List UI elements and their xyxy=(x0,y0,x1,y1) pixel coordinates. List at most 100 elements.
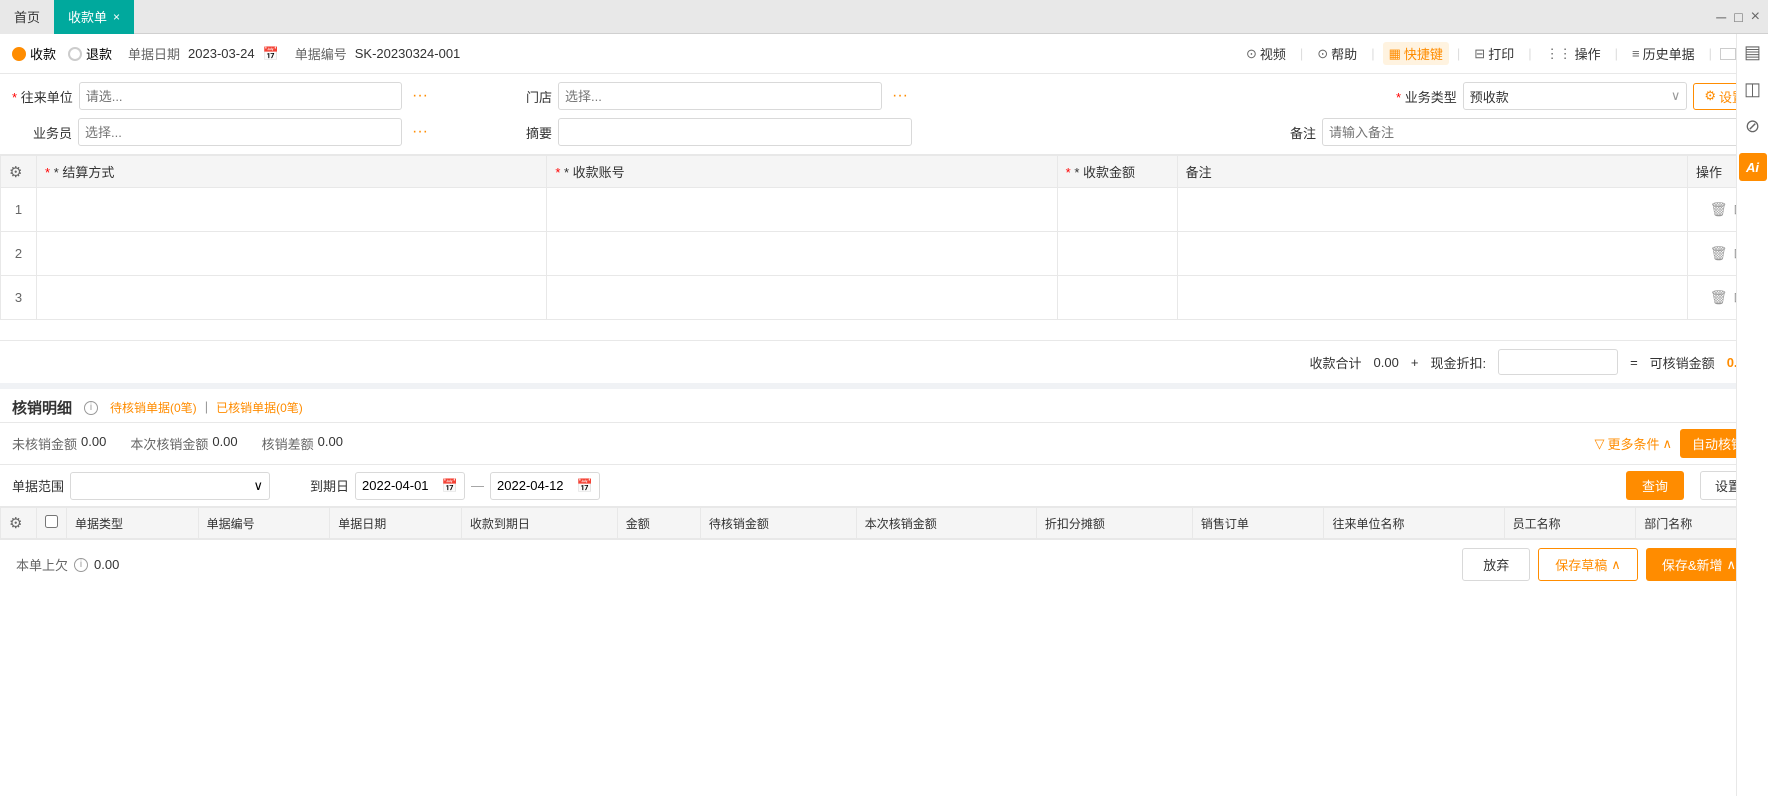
summary-total-value: 0.00 xyxy=(1374,355,1399,370)
tab-done[interactable]: 已核销单据(0笔) xyxy=(216,399,303,416)
row-remark-3[interactable] xyxy=(1177,276,1687,320)
history-icon: ≡ xyxy=(1632,46,1640,61)
biz-type-field: * 业务类型 预收款 ∨ ⚙ 设置 xyxy=(1396,82,1756,110)
footer: 本单上欠 i 0.00 放弃 保存草稿 ∧ 保存&新增 ∧ xyxy=(0,539,1768,589)
sidebar-icon-layout[interactable]: ◫ xyxy=(1744,79,1761,100)
verify-info-icon[interactable]: i xyxy=(84,401,98,415)
row-account-3[interactable] xyxy=(547,276,1057,320)
btn-shortcut[interactable]: ▦ 快捷键 xyxy=(1383,42,1449,65)
row-amount-2[interactable] xyxy=(1057,232,1177,276)
date-from-input[interactable]: 2022-04-01 📅 xyxy=(355,472,465,500)
divider1: | xyxy=(1300,46,1303,61)
bill-date-label: 单据日期 xyxy=(128,44,180,63)
bottom-gear-icon[interactable]: ⚙ xyxy=(9,515,22,532)
amount-input-3[interactable] xyxy=(1058,276,1177,319)
amount-input-1[interactable] xyxy=(1058,188,1177,231)
footer-info-icon[interactable]: i xyxy=(74,558,88,572)
account-input-1[interactable] xyxy=(547,188,1056,231)
amount-input-2[interactable] xyxy=(1058,232,1177,275)
row-amount-1[interactable] xyxy=(1057,188,1177,232)
store-input[interactable] xyxy=(558,82,882,110)
payment-input-3[interactable] xyxy=(37,276,546,319)
delete-icon-3[interactable]: 🗑 xyxy=(1710,289,1728,306)
bill-date-info: 单据日期 2023-03-24 📅 xyxy=(128,44,279,63)
row-account-2[interactable] xyxy=(547,232,1057,276)
stat-diff: 核销差额 0.00 xyxy=(262,434,343,453)
due-date-label: 到期日 xyxy=(310,476,349,495)
counterpart-more-btn[interactable]: ··· xyxy=(408,87,432,105)
summary-total-label: 收款合计 xyxy=(1310,353,1362,372)
remark-input-2[interactable] xyxy=(1178,232,1687,275)
btn-operation[interactable]: ⋮⋮ 操作 xyxy=(1540,42,1607,65)
tab-home[interactable]: 首页 xyxy=(0,0,54,34)
summary-input[interactable] xyxy=(558,118,912,146)
tab-home-label: 首页 xyxy=(14,7,40,26)
tab-receipt-close[interactable]: × xyxy=(113,10,120,24)
summary-plus: + xyxy=(1411,355,1419,370)
delete-icon-2[interactable]: 🗑 xyxy=(1710,245,1728,262)
th-amount-label: * 收款金额 xyxy=(1074,165,1135,180)
more-conditions-btn[interactable]: ▽ 更多条件 ∧ xyxy=(1594,434,1672,453)
date-to-input[interactable]: 2022-04-12 📅 xyxy=(490,472,600,500)
discount-input[interactable] xyxy=(1498,349,1618,375)
remark-input[interactable] xyxy=(1322,118,1756,146)
table-row: 2 🗑 ⊞ xyxy=(1,232,1768,276)
counterpart-label: * 往来单位 xyxy=(12,87,73,106)
payment-input-1[interactable] xyxy=(37,188,546,231)
btn-history[interactable]: ≡ 历史单据 xyxy=(1626,42,1701,65)
table-gear-icon[interactable]: ⚙ xyxy=(9,164,22,181)
row-amount-3[interactable] xyxy=(1057,276,1177,320)
save-draft-label: 保存草稿 xyxy=(1555,555,1607,574)
biz-type-select[interactable]: 预收款 ∨ xyxy=(1463,82,1688,110)
window-minimize[interactable]: ─ xyxy=(1716,9,1726,25)
bottom-table-section: ⚙ 单据类型 单据编号 单据日期 收款到期日 金额 待核销金额 本次核销金额 折… xyxy=(0,507,1768,539)
row-payment-2[interactable] xyxy=(37,232,547,276)
remark-input-1[interactable] xyxy=(1178,188,1687,231)
abandon-btn[interactable]: 放弃 xyxy=(1462,548,1530,581)
bth-sales-order: 销售订单 xyxy=(1192,508,1324,539)
query-btn[interactable]: 查询 xyxy=(1626,471,1684,500)
bth-pending: 待核销金额 xyxy=(700,508,856,539)
radio-receipt[interactable]: 收款 xyxy=(12,44,56,63)
window-close[interactable]: × xyxy=(1751,8,1760,26)
sidebar-icon-link[interactable]: ⊘ xyxy=(1745,116,1760,137)
row-num-3: 3 xyxy=(1,276,37,320)
store-more-btn[interactable]: ··· xyxy=(888,87,912,105)
row-remark-2[interactable] xyxy=(1177,232,1687,276)
row-payment-1[interactable] xyxy=(37,188,547,232)
window-maximize[interactable]: □ xyxy=(1734,9,1742,25)
staff-input[interactable] xyxy=(78,118,402,146)
bill-date-value: 2023-03-24 xyxy=(188,46,255,61)
row-payment-3[interactable] xyxy=(37,276,547,320)
select-all-checkbox[interactable] xyxy=(45,515,58,528)
sidebar-icon-table[interactable]: ▤ xyxy=(1744,42,1761,63)
btn-help[interactable]: ⊙ 帮助 xyxy=(1311,42,1363,65)
footer-actions: 放弃 保存草稿 ∧ 保存&新增 ∧ xyxy=(1462,548,1752,581)
summary-row: 收款合计 0.00 + 现金折扣: = 可核销金额 0.00 xyxy=(0,340,1768,383)
btn-video[interactable]: ⊙ 视频 xyxy=(1240,42,1292,65)
save-draft-btn[interactable]: 保存草稿 ∧ xyxy=(1538,548,1638,581)
stat-unverified-label: 未核销金额 xyxy=(12,434,77,453)
more-conditions-label: 更多条件 xyxy=(1607,434,1659,453)
payment-input-2[interactable] xyxy=(37,232,546,275)
staff-more-btn[interactable]: ··· xyxy=(408,123,432,141)
summary-discount-label: 现金折扣: xyxy=(1430,353,1486,372)
radio-refund[interactable]: 退款 xyxy=(68,44,112,63)
sidebar-icon-ai[interactable]: Ai xyxy=(1739,153,1767,181)
divider2: | xyxy=(1371,46,1374,61)
account-input-2[interactable] xyxy=(547,232,1056,275)
btn-print[interactable]: ⊟ 打印 xyxy=(1468,42,1520,65)
remark-input-3[interactable] xyxy=(1178,276,1687,319)
row-remark-1[interactable] xyxy=(1177,188,1687,232)
bill-date-calendar-icon[interactable]: 📅 xyxy=(263,46,279,62)
row-account-1[interactable] xyxy=(547,188,1057,232)
layout-icon-1[interactable] xyxy=(1720,48,1736,60)
tab-pending[interactable]: 待核销单据(0笔) xyxy=(110,399,197,416)
bill-range-select[interactable]: ∨ xyxy=(70,472,270,500)
tab-receipt[interactable]: 收款单 × xyxy=(54,0,134,34)
counterpart-input[interactable] xyxy=(79,82,402,110)
delete-icon-1[interactable]: 🗑 xyxy=(1710,201,1728,218)
biz-type-arrow: ∨ xyxy=(1671,88,1681,104)
account-input-3[interactable] xyxy=(547,276,1056,319)
row-num-1: 1 xyxy=(1,188,37,232)
